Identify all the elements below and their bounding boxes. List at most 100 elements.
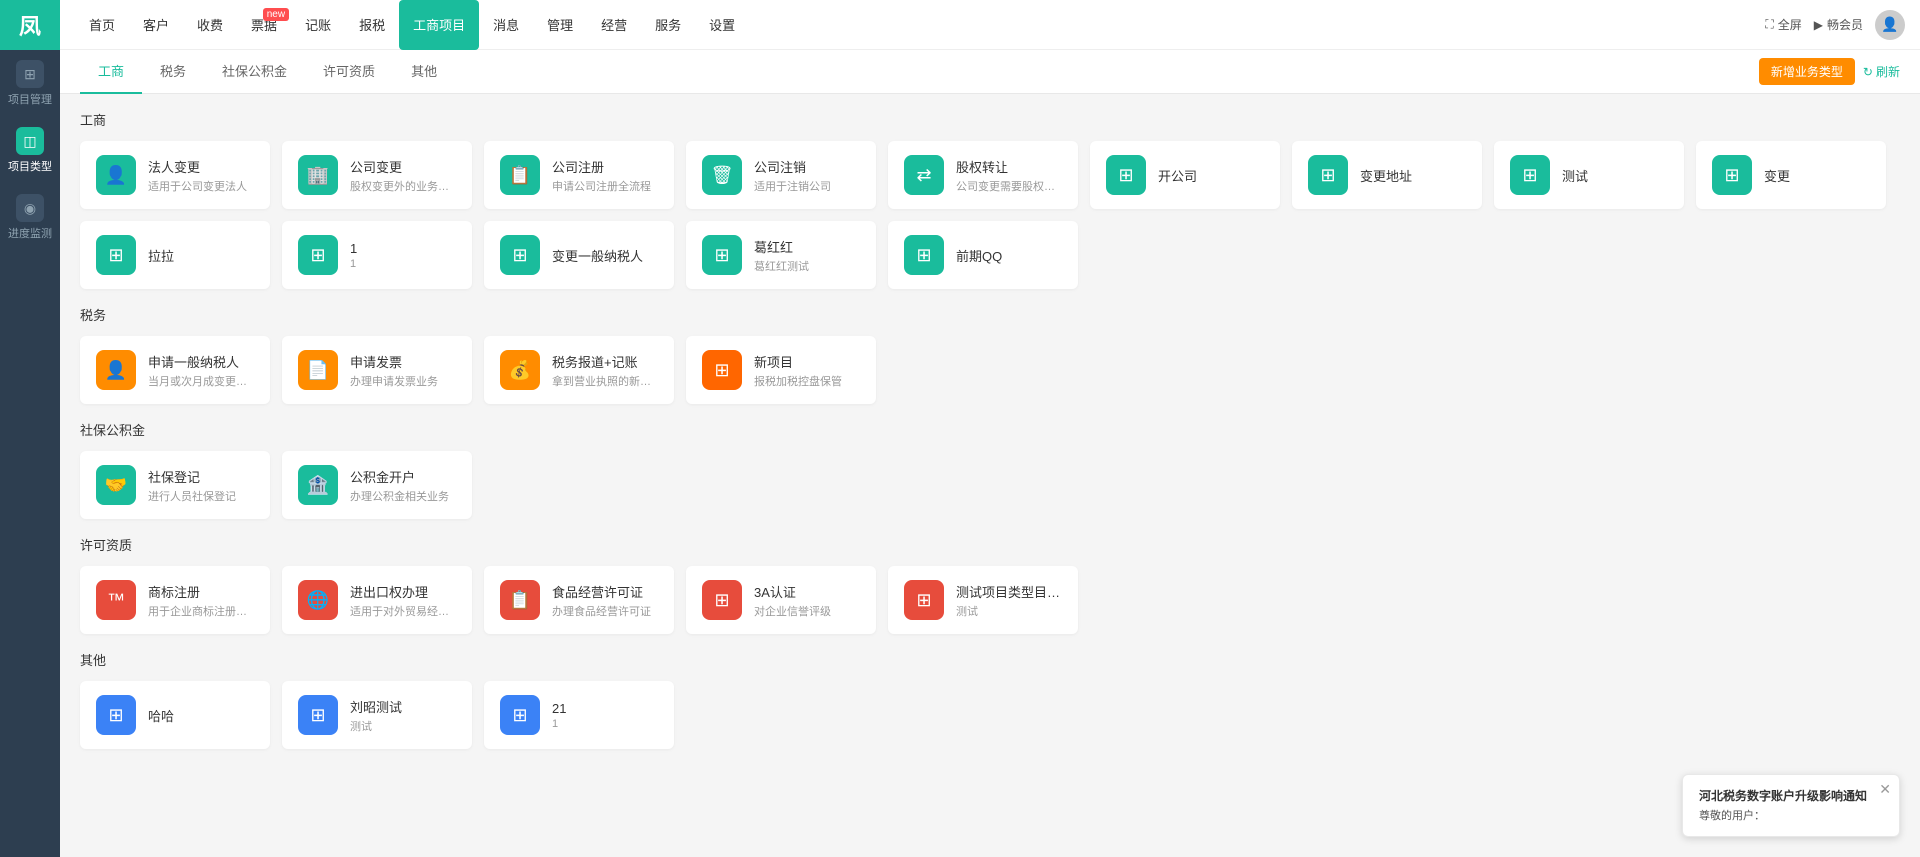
- notification-close[interactable]: ✕: [1879, 781, 1891, 798]
- card-desc-import-export: 适用于对外贸易经营者: [350, 603, 456, 619]
- user-avatar[interactable]: 👤: [1875, 10, 1905, 40]
- nav-customer[interactable]: 客户: [129, 0, 183, 50]
- card-front-qq[interactable]: ⊞ 前期QQ: [888, 221, 1078, 289]
- card-desc-liu-zhao-test: 测试: [350, 718, 456, 734]
- nav-tax[interactable]: 报税: [345, 0, 399, 50]
- card-icon-3a-cert: ⊞: [702, 580, 742, 620]
- card-food-license[interactable]: 📋 食品经营许可证 办理食品经营许可证: [484, 566, 674, 634]
- card-icon-change-address: ⊞: [1308, 155, 1348, 195]
- refresh-icon: ↻: [1863, 65, 1873, 79]
- section-title-other: 其他: [80, 650, 1900, 669]
- card-open-company[interactable]: ⊞ 开公司: [1090, 141, 1280, 209]
- sidebar-item-project-type[interactable]: ◫ 项目类型: [0, 117, 60, 184]
- project-type-icon: ◫: [16, 127, 44, 155]
- card-name-test: 测试: [1562, 166, 1668, 185]
- card-icon-open-company: ⊞: [1106, 155, 1146, 195]
- project-mgmt-icon: ⊞: [16, 60, 44, 88]
- logo: 凤: [0, 0, 60, 50]
- card-icon-trademark: ™: [96, 580, 136, 620]
- card-desc-twenty-one: 1: [552, 718, 658, 730]
- card-desc-social-register: 进行人员社保登记: [148, 488, 254, 504]
- card-desc-company-cancel: 适用于注销公司: [754, 178, 860, 194]
- nav-accounting[interactable]: 记账: [291, 0, 345, 50]
- card-name-apply-taxpayer: 申请一般纳税人: [148, 352, 254, 371]
- tax-card-grid: 👤 申请一般纳税人 当月或次月成变更完成 📄 申请发票 办理申请发票业务 💰 税…: [80, 336, 1900, 404]
- card-haha[interactable]: ⊞ 哈哈: [80, 681, 270, 749]
- nav-operations[interactable]: 经营: [587, 0, 641, 50]
- card-liu-zhao-test[interactable]: ⊞ 刘昭测试 测试: [282, 681, 472, 749]
- card-desc-3a-cert: 对企业信誉评级: [754, 603, 860, 619]
- card-twenty-one[interactable]: ⊞ 21 1: [484, 681, 674, 749]
- card-icon-import-export: 🌐: [298, 580, 338, 620]
- nav-billing[interactable]: 收费: [183, 0, 237, 50]
- card-name-company-register: 公司注册: [552, 157, 658, 176]
- nav-service[interactable]: 服务: [641, 0, 695, 50]
- card-legal-change[interactable]: 👤 法人变更 适用于公司变更法人: [80, 141, 270, 209]
- card-icon-liu-zhao-test: ⊞: [298, 695, 338, 735]
- card-desc-trademark: 用于企业商标注册服务: [148, 603, 254, 619]
- card-company-change[interactable]: 🏢 公司变更 股权变更外的业务变更: [282, 141, 472, 209]
- card-new-project[interactable]: ⊞ 新项目 报税加税控盘保管: [686, 336, 876, 404]
- notification-title: 河北税务数字账户升级影响通知: [1699, 787, 1883, 804]
- card-equity-transfer[interactable]: ⇄ 股权转让 公司变更需要股权转让: [888, 141, 1078, 209]
- card-fund-open[interactable]: 🏦 公积金开户 办理公积金相关业务: [282, 451, 472, 519]
- card-icon-legal-change: 👤: [96, 155, 136, 195]
- progress-monitor-icon: ◉: [16, 194, 44, 222]
- nav-tickets[interactable]: 票据 new: [237, 0, 291, 50]
- card-change-address[interactable]: ⊞ 变更地址: [1292, 141, 1482, 209]
- sidebar-item-progress-monitor[interactable]: ◉ 进度监测: [0, 184, 60, 251]
- card-import-export[interactable]: 🌐 进出口权办理 适用于对外贸易经营者: [282, 566, 472, 634]
- card-company-cancel[interactable]: 🗑 公司注销 适用于注销公司: [686, 141, 876, 209]
- nav-settings[interactable]: 设置: [695, 0, 749, 50]
- card-desc-tax-report: 拿到营业执照的新公司: [552, 373, 658, 389]
- nav-management[interactable]: 管理: [533, 0, 587, 50]
- card-3a-cert[interactable]: ⊞ 3A认证 对企业信誉评级: [686, 566, 876, 634]
- fullscreen-btn[interactable]: ⛶ 全屏: [1765, 16, 1801, 33]
- card-icon-twenty-one: ⊞: [500, 695, 540, 735]
- nav-home[interactable]: 首页: [75, 0, 129, 50]
- card-tax-report[interactable]: 💰 税务报道+记账 拿到营业执照的新公司: [484, 336, 674, 404]
- card-change[interactable]: ⊞ 变更: [1696, 141, 1886, 209]
- card-icon-one: ⊞: [298, 235, 338, 275]
- card-icon-apply-taxpayer: 👤: [96, 350, 136, 390]
- card-test[interactable]: ⊞ 测试: [1494, 141, 1684, 209]
- vip-btn[interactable]: ▶ 畅会员: [1814, 16, 1863, 33]
- top-navigation: 首页 客户 收费 票据 new 记账 报税 工商项目 消息 管理 经营 服务 设…: [60, 0, 1920, 50]
- tickets-badge: new: [263, 8, 289, 21]
- vip-icon: ▶: [1814, 18, 1823, 32]
- card-change-taxpayer[interactable]: ⊞ 变更一般纳税人: [484, 221, 674, 289]
- card-lala[interactable]: ⊞ 拉拉: [80, 221, 270, 289]
- card-mo-hong-hong[interactable]: ⊞ 葛红红 葛红红测试: [686, 221, 876, 289]
- tab-industrial[interactable]: 工商: [80, 50, 142, 94]
- card-icon-front-qq: ⊞: [904, 235, 944, 275]
- notification-body: 尊敬的用户：: [1699, 808, 1883, 825]
- refresh-button[interactable]: ↻ 刷新: [1863, 63, 1900, 80]
- card-desc-test-type: 测试: [956, 603, 1062, 619]
- nav-messages[interactable]: 消息: [479, 0, 533, 50]
- card-apply-taxpayer[interactable]: 👤 申请一般纳税人 当月或次月成变更完成: [80, 336, 270, 404]
- nav-industrial[interactable]: 工商项目: [399, 0, 479, 50]
- card-name-change-address: 变更地址: [1360, 166, 1466, 185]
- tab-tax[interactable]: 税务: [142, 50, 204, 94]
- section-title-social: 社保公积金: [80, 420, 1900, 439]
- sidebar-item-project-mgmt[interactable]: ⊞ 项目管理: [0, 50, 60, 117]
- card-social-register[interactable]: 🤝 社保登记 进行人员社保登记: [80, 451, 270, 519]
- card-icon-social-register: 🤝: [96, 465, 136, 505]
- tab-social-fund[interactable]: 社保公积金: [204, 50, 305, 94]
- tab-bar: 工商 税务 社保公积金 许可资质 其他 新增业务类型 ↻ 刷新: [60, 50, 1920, 94]
- tab-other[interactable]: 其他: [393, 50, 455, 94]
- social-card-grid: 🤝 社保登记 进行人员社保登记 🏦 公积金开户 办理公积金相关业务: [80, 451, 1900, 519]
- add-type-button[interactable]: 新增业务类型: [1759, 58, 1855, 85]
- card-trademark[interactable]: ™ 商标注册 用于企业商标注册服务: [80, 566, 270, 634]
- card-name-fund-open: 公积金开户: [350, 467, 456, 486]
- tab-license[interactable]: 许可资质: [305, 50, 393, 94]
- card-apply-invoice[interactable]: 📄 申请发票 办理申请发票业务: [282, 336, 472, 404]
- tabbar-actions: 新增业务类型 ↻ 刷新: [1759, 58, 1900, 85]
- card-test-type[interactable]: ⊞ 测试项目类型目定义 测试: [888, 566, 1078, 634]
- card-company-register[interactable]: 📋 公司注册 申请公司注册全流程: [484, 141, 674, 209]
- card-one[interactable]: ⊞ 1 1: [282, 221, 472, 289]
- card-icon-new-project: ⊞: [702, 350, 742, 390]
- card-desc-one: 1: [350, 258, 456, 270]
- card-name-company-cancel: 公司注销: [754, 157, 860, 176]
- card-name-test-type: 测试项目类型目定义: [956, 582, 1062, 601]
